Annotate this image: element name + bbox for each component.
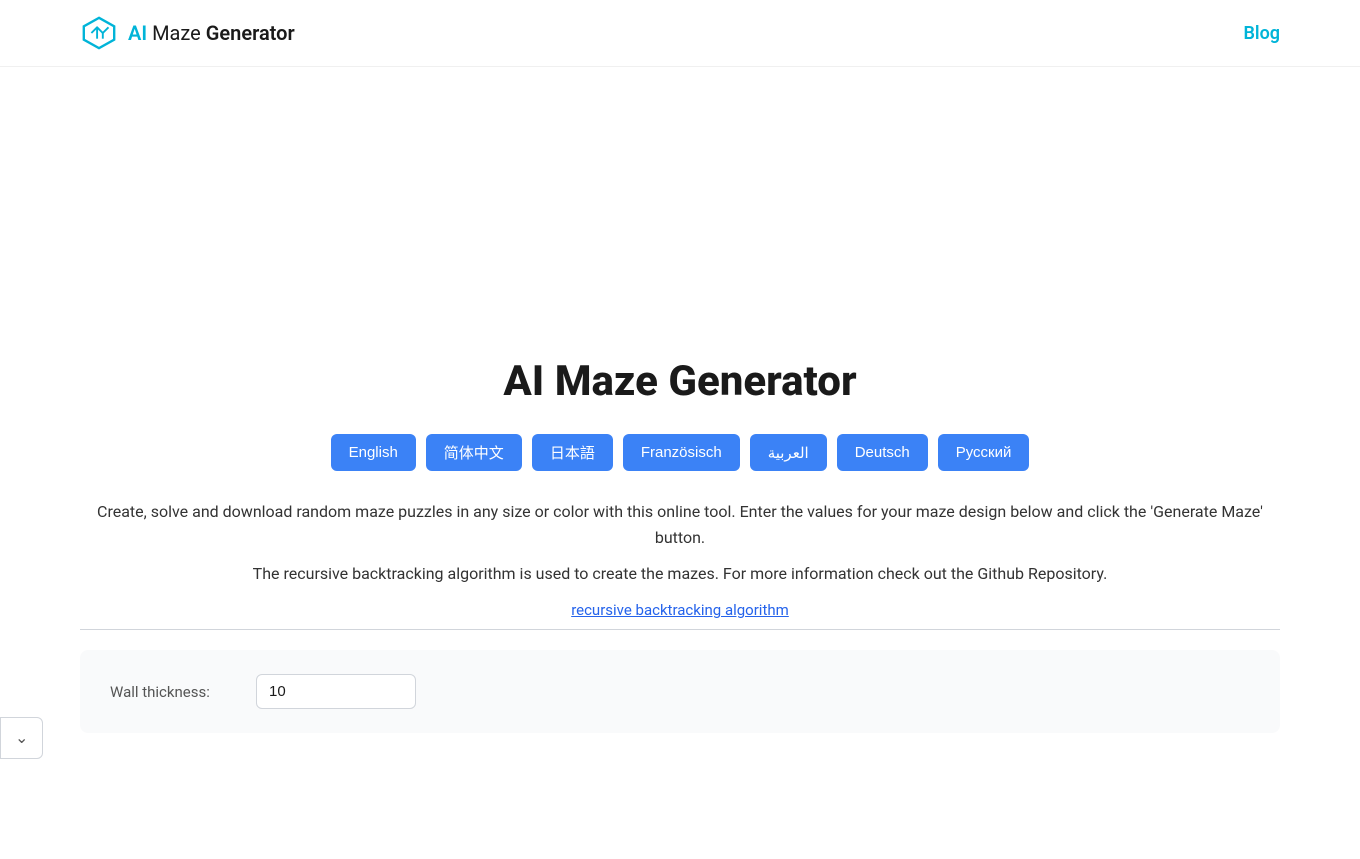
logo-icon (80, 14, 118, 52)
blog-link[interactable]: Blog (1243, 23, 1280, 44)
lang-btn-russian[interactable]: Русский (938, 434, 1030, 471)
lang-btn-french[interactable]: Französisch (623, 434, 740, 471)
lang-btn-english[interactable]: English (331, 434, 416, 471)
wall-thickness-input[interactable] (256, 674, 416, 709)
algo-link[interactable]: recursive backtracking algorithm (571, 601, 789, 619)
lang-btn-japanese[interactable]: 日本語 (532, 434, 613, 471)
lang-btn-german[interactable]: Deutsch (837, 434, 928, 471)
lang-btn-chinese[interactable]: 简体中文 (426, 434, 522, 471)
section-divider (80, 629, 1280, 630)
logo-text: AI Maze Generator (128, 21, 295, 45)
main-nav: Blog (1243, 23, 1280, 44)
chevron-down-icon: ⌄ (15, 730, 28, 747)
dropdown-toggle-button[interactable]: ⌄ (0, 717, 43, 759)
wall-thickness-label: Wall thickness: (110, 683, 240, 701)
page-title: AI Maze Generator (503, 357, 856, 406)
main-description: Create, solve and download random maze p… (80, 499, 1280, 550)
maze-form: Wall thickness: (80, 650, 1280, 733)
language-selector: English 简体中文 日本語 Französisch العربية Deu… (331, 434, 1030, 471)
algo-description: The recursive backtracking algorithm is … (253, 564, 1108, 583)
logo: AI Maze Generator (80, 14, 295, 52)
wall-thickness-row: Wall thickness: (110, 674, 1250, 709)
lang-btn-arabic[interactable]: العربية (750, 434, 827, 471)
